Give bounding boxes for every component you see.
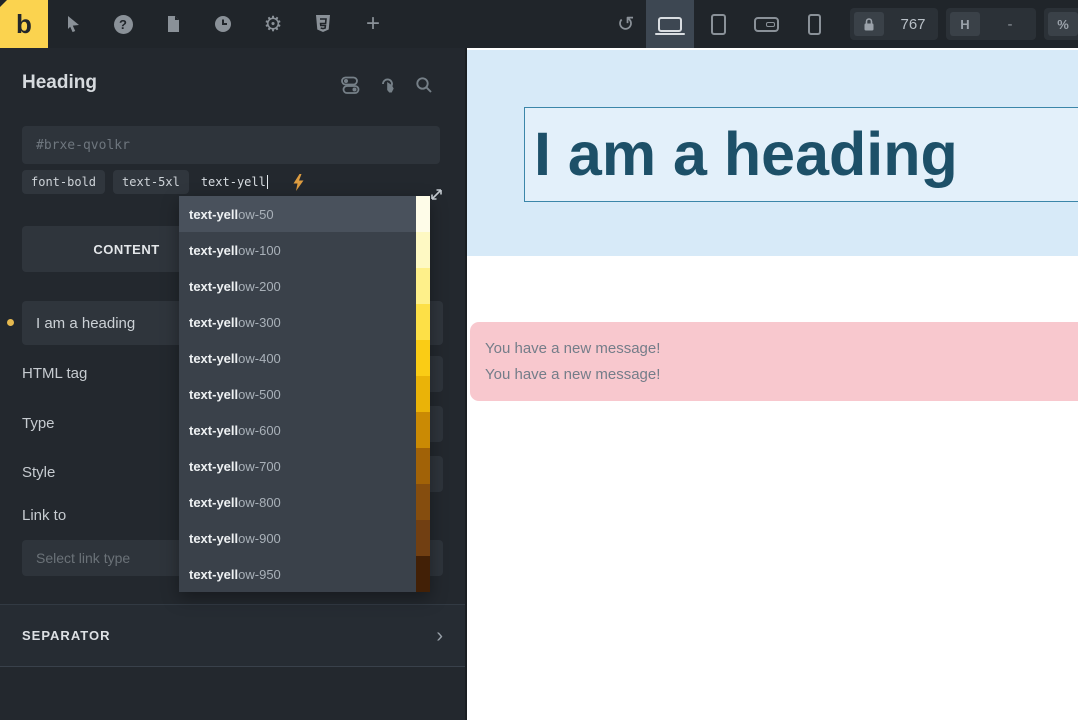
class-suggestion-item[interactable]: text-yell ow-700 — [179, 448, 416, 484]
breakpoint-desktop-button[interactable] — [646, 0, 694, 48]
refresh-icon: ↻ — [617, 12, 635, 36]
color-swatch — [416, 376, 430, 412]
css-class-chip[interactable]: font-bold — [22, 170, 106, 194]
color-swatch — [416, 484, 430, 520]
bricks-builder-window: b ? ⚙ + ↻ 767 H - % Heading #brxe-qvolkr… — [0, 0, 1078, 720]
field-label-type: Type — [22, 415, 55, 432]
interactions-icon[interactable] — [376, 74, 398, 96]
separator-section-header[interactable]: SEPARATOR › — [0, 604, 465, 667]
document-icon — [168, 16, 179, 32]
css-class-editor[interactable]: font-bold text-5xl text-yell — [22, 170, 305, 194]
class-suggestion-item[interactable]: text-yell ow-100 — [179, 232, 416, 268]
class-suggestion-item[interactable]: text-yell ow-500 — [179, 376, 416, 412]
top-toolbar: b ? ⚙ + ↻ 767 H - % — [0, 0, 1078, 48]
selected-heading-element[interactable]: I am a heading — [524, 107, 1078, 202]
class-suggestion-item[interactable]: text-yell ow-800 — [179, 484, 416, 520]
color-swatch-strip — [416, 196, 430, 592]
pages-button[interactable] — [148, 0, 198, 48]
class-suggestion-item[interactable]: text-yell ow-50 — [179, 196, 416, 232]
preview-heading-text: I am a heading — [534, 120, 958, 188]
gear-icon: ⚙ — [263, 12, 283, 36]
field-label-style: Style — [22, 464, 56, 481]
class-suggestion-item[interactable]: text-yell ow-900 — [179, 520, 416, 556]
text-caret — [266, 175, 268, 189]
lightning-icon[interactable] — [292, 173, 305, 191]
plus-icon: + — [365, 10, 380, 37]
lock-icon[interactable] — [854, 12, 884, 36]
color-swatch — [416, 232, 430, 268]
breakpoint-tablet-landscape-button[interactable] — [742, 0, 790, 48]
percent-label: % — [1048, 12, 1078, 36]
color-swatch — [416, 304, 430, 340]
canvas-height-value[interactable]: - — [984, 16, 1036, 33]
class-suggestion-item[interactable]: text-yell ow-200 — [179, 268, 416, 304]
field-label-link-to: Link to — [22, 507, 67, 524]
element-settings-panel: Heading font-bold text-5xl text-yell — [0, 48, 467, 720]
phone-icon — [807, 13, 821, 35]
notification-element[interactable]: You have a new message! You have a new m… — [470, 322, 1078, 401]
canvas-width-control[interactable]: 767 — [850, 8, 938, 40]
clock-icon — [215, 16, 231, 32]
canvas-unit-control[interactable]: % — [1044, 8, 1078, 40]
class-suggestion-item[interactable]: text-yell ow-950 — [179, 556, 416, 592]
add-element-button[interactable]: + — [348, 0, 398, 48]
field-label-html-tag: HTML tag — [22, 365, 88, 382]
cursor-icon — [68, 16, 79, 33]
laptop-icon — [655, 16, 685, 35]
color-swatch — [416, 196, 430, 232]
panel-title: Heading — [22, 72, 97, 93]
color-swatch — [416, 340, 430, 376]
separator-label: SEPARATOR — [22, 628, 111, 643]
breakpoint-tablet-portrait-button[interactable] — [694, 0, 742, 48]
settings-button[interactable]: ⚙ — [248, 0, 298, 48]
class-suggestions-dropdown: text-yell ow-50 text-yell ow-100 text-yell ow… — [179, 196, 430, 592]
settings-toggles-icon[interactable] — [339, 74, 361, 96]
color-swatch — [416, 412, 430, 448]
help-icon: ? — [113, 14, 133, 34]
class-suggestions-list: text-yell ow-50 text-yell ow-100 text-yell ow… — [179, 196, 416, 592]
tablet-portrait-icon — [710, 13, 726, 35]
canvas-height-control[interactable]: H - — [946, 8, 1036, 40]
breakpoint-mobile-button[interactable] — [790, 0, 838, 48]
message-line: You have a new message! — [485, 366, 661, 383]
color-swatch — [416, 448, 430, 484]
reload-button[interactable]: ↻ — [606, 0, 646, 48]
element-id-input[interactable] — [22, 126, 440, 164]
chevron-right-icon: › — [436, 624, 443, 647]
bricks-logo[interactable]: b — [0, 0, 48, 48]
resize-handle-icon[interactable] — [429, 187, 444, 202]
class-suggestion-item[interactable]: text-yell ow-400 — [179, 340, 416, 376]
panel-header-actions — [339, 74, 435, 96]
class-suggestion-item[interactable]: text-yell ow-600 — [179, 412, 416, 448]
hero-section[interactable]: I am a heading — [467, 50, 1078, 256]
css-class-chip[interactable]: text-5xl — [113, 170, 189, 194]
code-button[interactable] — [298, 0, 348, 48]
tablet-landscape-icon — [753, 16, 779, 32]
preview-canvas: I am a heading You have a new message! Y… — [467, 48, 1078, 720]
class-typing-input[interactable]: text-yell — [201, 175, 268, 189]
history-button[interactable] — [198, 0, 248, 48]
help-button[interactable]: ? — [98, 0, 148, 48]
class-suggestion-item[interactable]: text-yell ow-300 — [179, 304, 416, 340]
select-tool-button[interactable] — [48, 0, 98, 48]
search-icon[interactable] — [413, 74, 435, 96]
html5-shield-icon — [316, 15, 330, 32]
height-label: H — [950, 12, 980, 36]
color-swatch — [416, 268, 430, 304]
modified-indicator-dot — [7, 319, 14, 326]
canvas-width-value[interactable]: 767 — [888, 16, 938, 33]
color-swatch — [416, 520, 430, 556]
color-swatch — [416, 556, 430, 592]
typed-query: text-yell — [200, 175, 266, 189]
message-line: You have a new message! — [485, 340, 661, 357]
